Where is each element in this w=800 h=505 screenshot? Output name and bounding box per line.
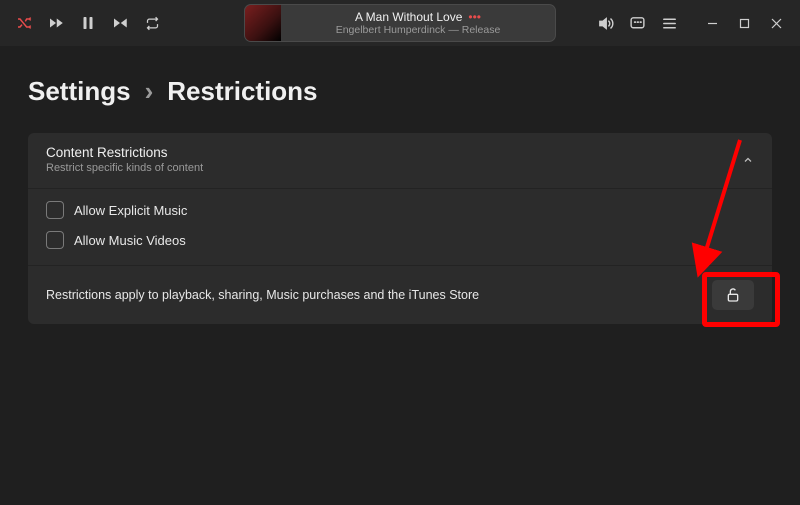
window-maximize-button[interactable]: [728, 9, 760, 37]
play-pause-button[interactable]: [74, 9, 102, 37]
now-playing-text: A Man Without Love ••• Engelbert Humperd…: [281, 10, 555, 36]
window-minimize-button[interactable]: [696, 9, 728, 37]
checkbox-icon[interactable]: [46, 201, 64, 219]
checkbox-label: Allow Explicit Music: [74, 203, 187, 218]
breadcrumb-current: Restrictions: [167, 76, 317, 107]
queue-button[interactable]: [654, 9, 684, 37]
main-content: Settings › Restrictions Content Restrict…: [0, 46, 800, 344]
footer-text: Restrictions apply to playback, sharing,…: [46, 288, 479, 302]
panel-body: Allow Explicit Music Allow Music Videos: [28, 189, 772, 266]
volume-button[interactable]: [590, 9, 620, 37]
now-playing-widget[interactable]: A Man Without Love ••• Engelbert Humperd…: [245, 5, 555, 41]
shuffle-button[interactable]: [10, 9, 38, 37]
content-restrictions-panel: Content Restrictions Restrict specific k…: [28, 133, 772, 324]
chevron-up-icon: [742, 154, 754, 166]
panel-title: Content Restrictions: [46, 145, 203, 160]
allow-explicit-music-row[interactable]: Allow Explicit Music: [46, 201, 754, 219]
more-dots-icon[interactable]: •••: [468, 11, 481, 23]
track-title: A Man Without Love: [355, 10, 462, 24]
next-track-button[interactable]: [106, 9, 134, 37]
repeat-button[interactable]: [138, 9, 166, 37]
checkbox-icon[interactable]: [46, 231, 64, 249]
window-close-button[interactable]: [760, 9, 792, 37]
lock-button[interactable]: [712, 280, 754, 310]
checkbox-label: Allow Music Videos: [74, 233, 186, 248]
panel-footer: Restrictions apply to playback, sharing,…: [28, 266, 772, 324]
album-art: [245, 5, 281, 41]
unlock-icon: [725, 287, 741, 303]
lyrics-button[interactable]: [622, 9, 652, 37]
allow-music-videos-row[interactable]: Allow Music Videos: [46, 231, 754, 249]
chevron-right-icon: ›: [145, 76, 154, 107]
panel-subtitle: Restrict specific kinds of content: [46, 162, 203, 174]
breadcrumb-root[interactable]: Settings: [28, 76, 131, 107]
breadcrumb: Settings › Restrictions: [28, 76, 772, 107]
player-topbar: A Man Without Love ••• Engelbert Humperd…: [0, 0, 800, 46]
panel-header[interactable]: Content Restrictions Restrict specific k…: [28, 133, 772, 189]
track-subtitle: Engelbert Humperdinck — Release: [281, 24, 555, 36]
previous-track-button[interactable]: [42, 9, 70, 37]
